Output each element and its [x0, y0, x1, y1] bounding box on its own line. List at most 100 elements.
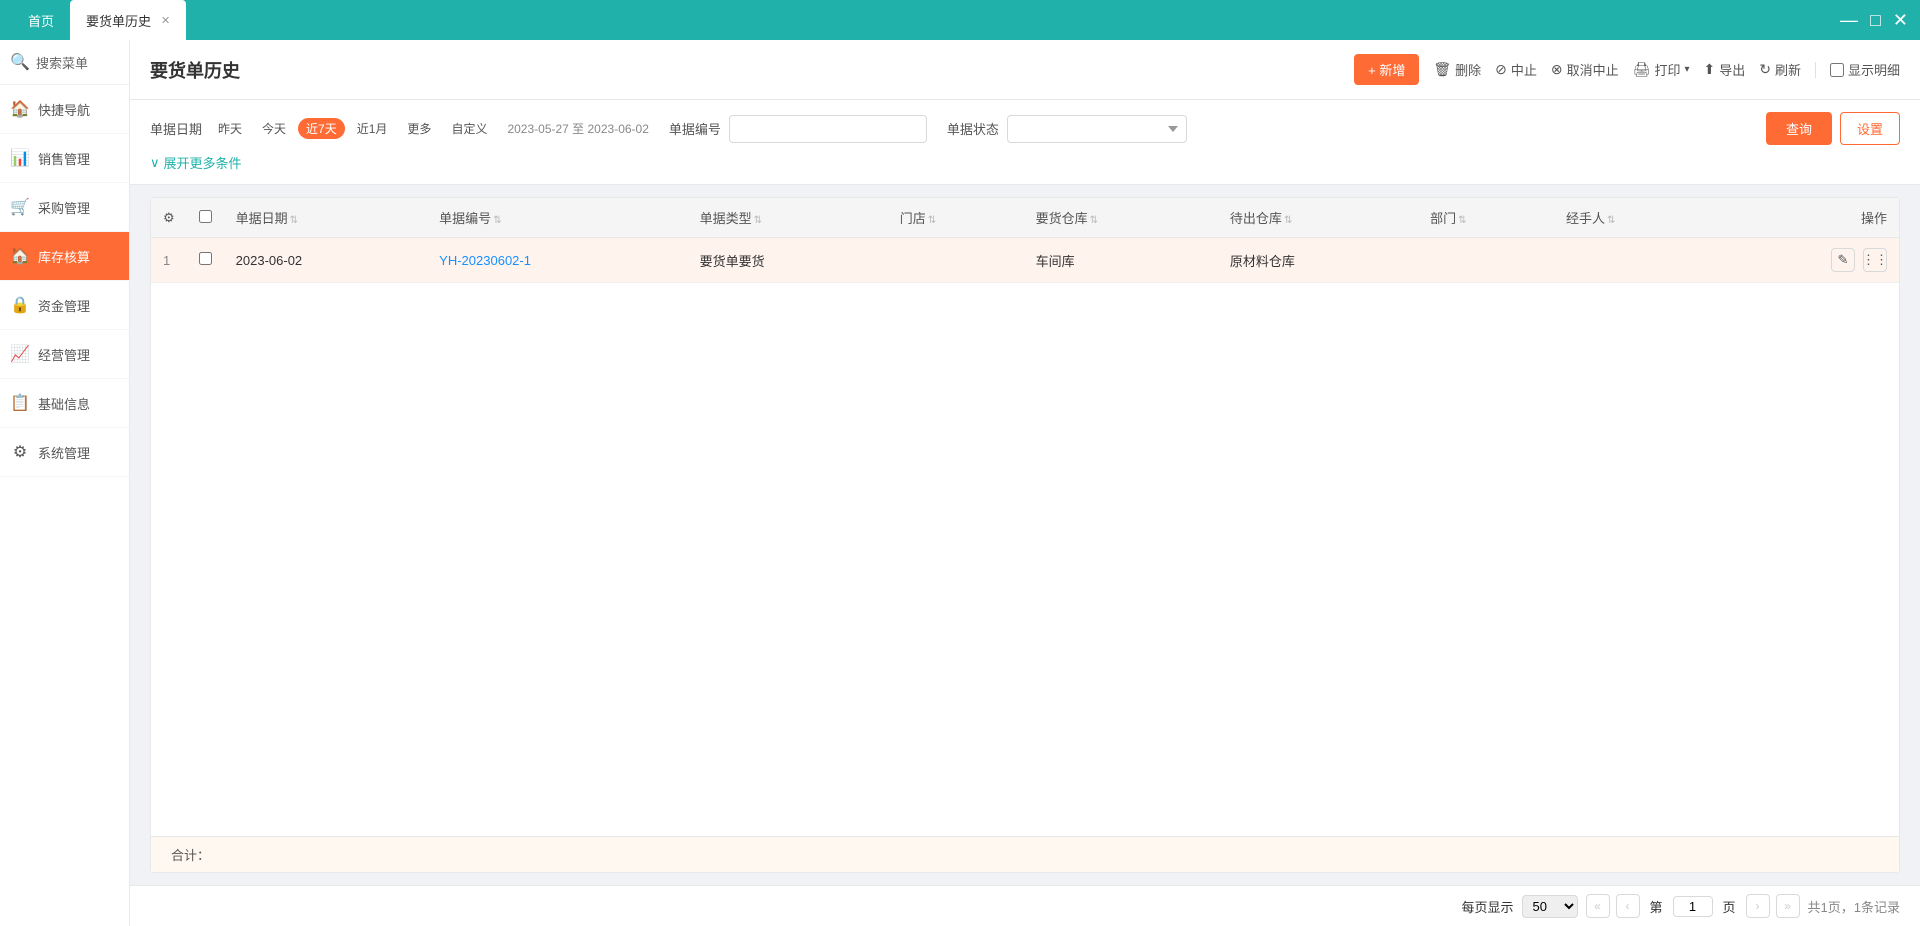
sidebar-item-label: 库存核算 [38, 247, 90, 266]
expand-more[interactable]: ∨ 展开更多条件 [150, 153, 1900, 172]
new-button[interactable]: + 新增 [1354, 54, 1419, 85]
show-detail-label: 显示明细 [1848, 60, 1900, 79]
sidebar-item-operations[interactable]: 📈 经营管理 [0, 330, 129, 379]
sidebar-item-label: 销售管理 [38, 149, 90, 168]
col-order-no: 单据编号⇅ [427, 198, 687, 238]
delete-button[interactable]: 🗑 删除 [1433, 60, 1481, 79]
sidebar-search-label: 搜索菜单 [36, 53, 88, 72]
sidebar-item-finance[interactable]: 🔒 资金管理 [0, 281, 129, 330]
refresh-button[interactable]: ↻ 刷新 [1759, 60, 1801, 79]
new-button-label: + 新增 [1368, 60, 1405, 79]
order-no-input[interactable] [729, 115, 927, 143]
page-header: 要货单历史 + 新增 🗑 删除 ⊘ 中止 ⊗ 取消中止 [130, 40, 1920, 100]
query-button[interactable]: 查询 [1766, 112, 1832, 145]
tab-home[interactable]: 首页 [12, 0, 70, 40]
tab-history-close[interactable]: ✕ [161, 14, 170, 27]
expand-more-label: 展开更多条件 [164, 153, 242, 172]
top-bar: 首页 要货单历史 ✕ — □ ✕ [0, 0, 1920, 40]
sidebar-item-label: 系统管理 [38, 443, 90, 462]
data-table: ⚙ 单据日期⇅ 单据编号⇅ 单 [151, 198, 1899, 283]
page-nav: « ‹ 第 页 › » [1586, 894, 1800, 918]
sidebar-item-purchase[interactable]: 🛒 采购管理 [0, 183, 129, 232]
tab-history[interactable]: 要货单历史 ✕ [70, 0, 186, 40]
table-row: 1 2023-06-02 YH-20230602-1 要货单要货 车间 [151, 238, 1899, 283]
cell-dept [1418, 238, 1554, 283]
stop-button[interactable]: ⊘ 中止 [1495, 60, 1537, 79]
more-icon: ⋮⋮ [1862, 252, 1888, 268]
page-size-select[interactable]: 50 10 20 100 [1522, 895, 1578, 918]
purchase-icon: 🛒 [10, 197, 30, 217]
content-area: 要货单历史 + 新增 🗑 删除 ⊘ 中止 ⊗ 取消中止 [130, 40, 1920, 926]
page-label-before: 第 [1650, 897, 1663, 916]
page-first-btn[interactable]: « [1586, 894, 1610, 918]
table-container: ⚙ 单据日期⇅ 单据编号⇅ 单 [150, 197, 1900, 873]
export-button[interactable]: ⬆ 导出 [1703, 60, 1745, 79]
shortcut-custom[interactable]: 自定义 [443, 118, 495, 139]
basic-icon: 📋 [10, 393, 30, 413]
print-button-label: 打印 [1654, 60, 1680, 79]
shortcut-yesterday[interactable]: 昨天 [210, 118, 250, 139]
col-actions: 操作 [1719, 198, 1899, 238]
row-edit-icon[interactable]: ✎ [1831, 248, 1855, 272]
table-area: ⚙ 单据日期⇅ 单据编号⇅ 单 [130, 185, 1920, 885]
col-gear: ⚙ [151, 198, 187, 238]
sidebar-item-quick-nav[interactable]: 🏠 快捷导航 [0, 85, 129, 134]
show-detail-checkbox[interactable] [1830, 63, 1844, 77]
col-checkbox [187, 198, 224, 238]
shortcut-1month[interactable]: 近1月 [349, 118, 396, 139]
col-dept: 部门⇅ [1418, 198, 1554, 238]
shortcut-7days[interactable]: 近7天 [298, 118, 345, 139]
gear-icon[interactable]: ⚙ [163, 210, 175, 225]
page-next-btn[interactable]: › [1746, 894, 1770, 918]
sidebar-item-label: 采购管理 [38, 198, 90, 217]
date-filter-label: 单据日期 [150, 119, 202, 138]
page-last-btn[interactable]: » [1776, 894, 1800, 918]
print-button[interactable]: 🖨 打印 ▾ [1633, 60, 1690, 79]
table-footer: 合计： [151, 836, 1899, 872]
close-btn[interactable]: ✕ [1893, 10, 1908, 31]
sidebar-item-system[interactable]: ⚙ 系统管理 [0, 428, 129, 477]
cell-order-type: 要货单要货 [688, 238, 888, 283]
page-title-row: 要货单历史 + 新增 🗑 删除 ⊘ 中止 ⊗ 取消中止 [150, 54, 1900, 85]
sidebar-item-inventory[interactable]: 🏠 库存核算 [0, 232, 129, 281]
refresh-icon: ↻ [1759, 61, 1771, 78]
cell-date: 2023-06-02 [224, 238, 428, 283]
print-icon: 🖨 [1633, 61, 1651, 78]
order-no-link[interactable]: YH-20230602-1 [439, 253, 531, 268]
settings-button[interactable]: 设置 [1840, 112, 1900, 145]
col-store: 门店⇅ [888, 198, 1024, 238]
window-actions: — □ ✕ [1840, 10, 1908, 31]
filter-order-no: 单据编号 [669, 115, 927, 143]
search-icon: 🔍 [10, 52, 30, 72]
shortcut-today[interactable]: 今天 [254, 118, 294, 139]
status-label: 单据状态 [947, 119, 999, 138]
minimize-btn[interactable]: — [1840, 10, 1858, 31]
select-all-checkbox[interactable] [199, 210, 212, 223]
col-date: 单据日期⇅ [224, 198, 428, 238]
cancel-stop-icon: ⊗ [1551, 61, 1563, 78]
page-size-label: 每页显示 [1461, 897, 1513, 916]
page-number-input[interactable] [1673, 896, 1713, 917]
row-more-icon[interactable]: ⋮⋮ [1863, 248, 1887, 272]
sidebar-item-basic[interactable]: 📋 基础信息 [0, 379, 129, 428]
row-checkbox[interactable] [199, 252, 212, 265]
sidebar-search[interactable]: 🔍 搜索菜单 [0, 40, 129, 85]
delete-icon: 🗑 [1433, 61, 1451, 78]
shortcut-more[interactable]: 更多 [399, 118, 439, 139]
refresh-button-label: 刷新 [1775, 60, 1801, 79]
page-prev-btn[interactable]: ‹ [1616, 894, 1640, 918]
delete-button-label: 删除 [1455, 60, 1481, 79]
stop-button-label: 中止 [1511, 60, 1537, 79]
sidebar-item-sales[interactable]: 📊 销售管理 [0, 134, 129, 183]
status-select[interactable] [1007, 115, 1187, 143]
filter-date: 单据日期 昨天 今天 近7天 近1月 更多 自定义 2023-05-27 至 2… [150, 118, 649, 139]
total-label: 合计： [171, 848, 210, 863]
col-req-warehouse: 要货仓库⇅ [1024, 198, 1218, 238]
order-no-label: 单据编号 [669, 119, 721, 138]
export-button-label: 导出 [1719, 60, 1745, 79]
show-detail-check[interactable]: 显示明细 [1830, 60, 1900, 79]
maximize-btn[interactable]: □ [1870, 10, 1881, 31]
row-number: 1 [163, 253, 170, 268]
cancel-stop-button[interactable]: ⊗ 取消中止 [1551, 60, 1619, 79]
page-label-after: 页 [1723, 897, 1736, 916]
